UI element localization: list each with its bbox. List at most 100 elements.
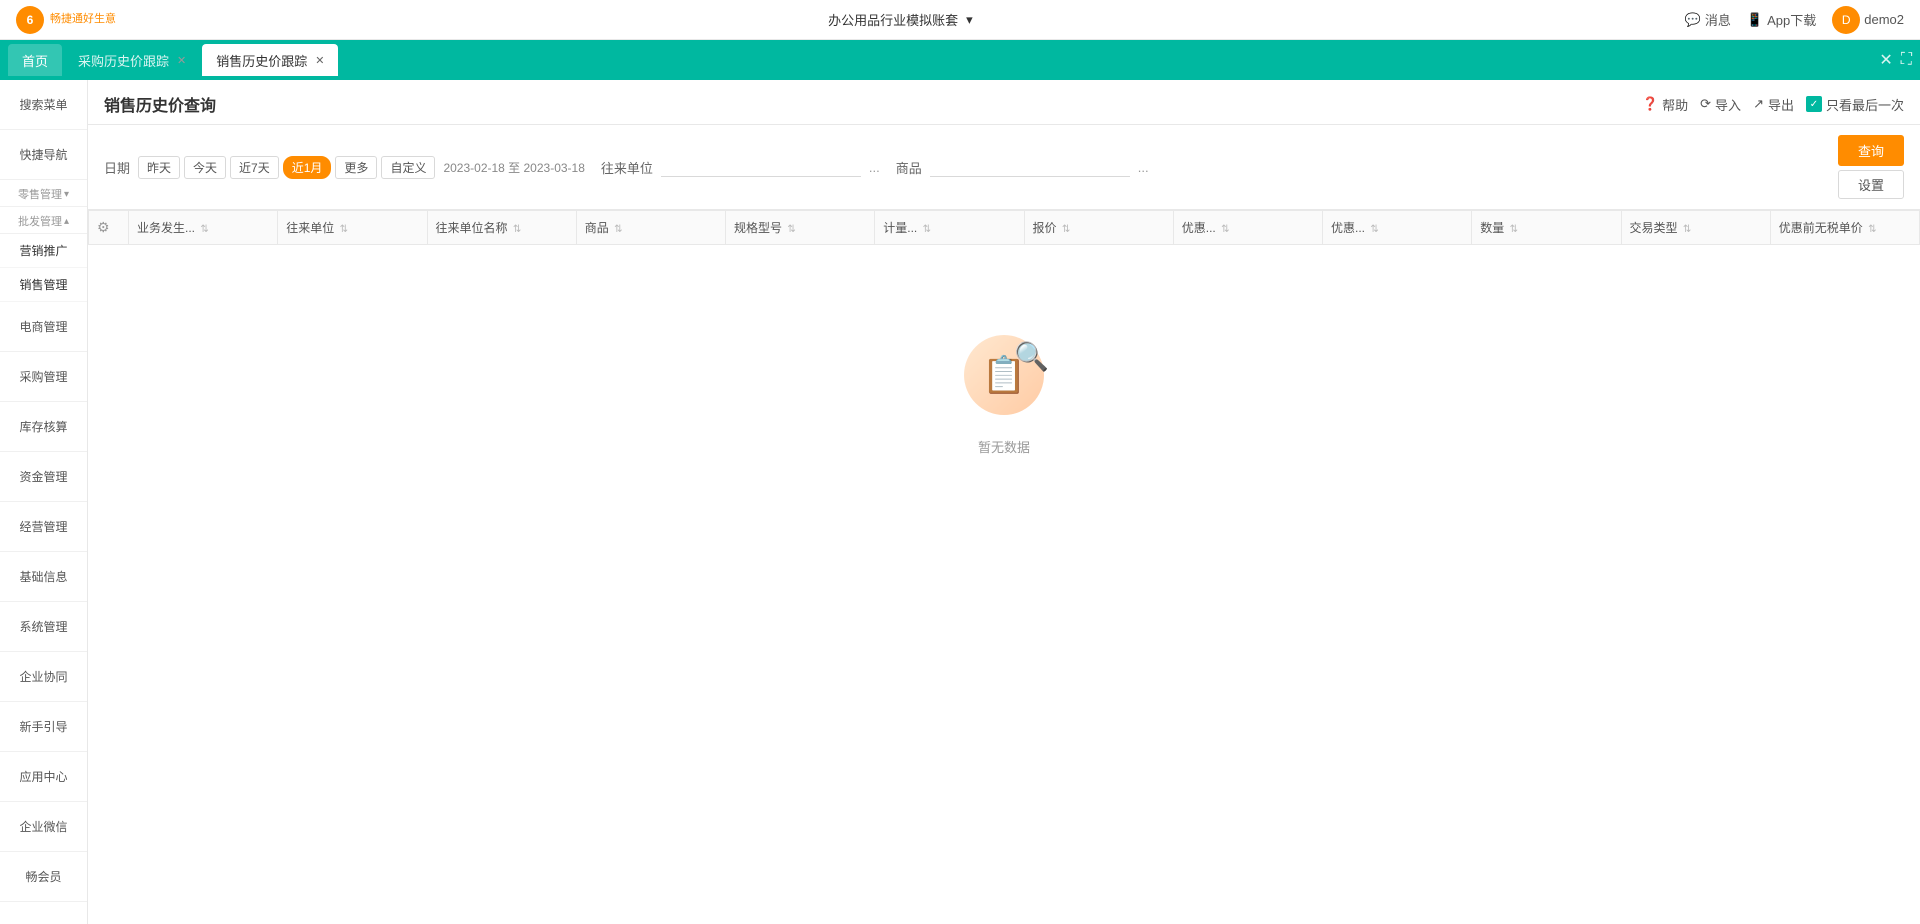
th-quantity[interactable]: 数量 ⇅ [1472,211,1621,245]
sidebar-sub-marketing[interactable]: 营销推广 [0,234,87,268]
th-unit[interactable]: 计量... ⇅ [875,211,1024,245]
corp-wechat-label: 企业微信 [19,818,67,835]
page-actions: ❓ 帮助 ⟳ 导入 ↗ 导出 ✓ 只看最后一次 [1642,95,1904,114]
chevron-down-icon: ▾ [966,12,973,28]
newbie-label: 新手引导 [19,718,67,735]
date-1month[interactable]: 近1月 [283,156,332,179]
sidebar-item-search-menu[interactable]: 搜索菜单 [0,80,87,130]
maximize-btn[interactable]: ⛶ [1901,51,1912,69]
checkbox-icon: ✓ [1806,96,1822,112]
logo-text: 畅捷通好生意 [50,13,116,26]
app-center-label: 应用中心 [19,768,67,785]
app-download-label: App下载 [1767,10,1816,29]
th-trade-type[interactable]: 交易类型 ⇅ [1621,211,1770,245]
import-action[interactable]: ⟳ 导入 [1700,95,1741,114]
wholesale-label: 批发管理 [18,213,62,229]
date-today[interactable]: 今天 [184,156,226,179]
date-more[interactable]: 更多 [335,156,377,179]
filter-row: 日期 昨天 今天 近7天 近1月 更多 自定义 2023-02-18 至 202… [88,125,1920,210]
app-download-action[interactable]: 📱 App下载 [1747,10,1816,29]
page-title-row: 销售历史价查询 ❓ 帮助 ⟳ 导入 ↗ 导出 ✓ [104,92,1904,116]
sidebar-item-finance[interactable]: 资金管理 [0,452,87,502]
top-bar-left: 6 畅捷通好生意 [16,6,116,34]
finance-label: 资金管理 [19,468,67,485]
th-unit-code[interactable]: 往来单位 ⇅ [278,211,427,245]
product-input[interactable] [930,157,1130,177]
source-unit-input[interactable] [661,157,861,177]
table-header-row: ⚙ 业务发生... ⇅ 往来单位 ⇅ 往来单位名称 ⇅ 商品 ⇅ [89,211,1920,245]
ecommerce-label: 电商管理 [19,318,67,335]
gear-icon[interactable]: ⚙ [97,219,110,235]
th-discount1[interactable]: 优惠... ⇅ [1173,211,1322,245]
only-last-label: 只看最后一次 [1826,95,1904,114]
export-action[interactable]: ↗ 导出 [1753,95,1794,114]
tab-purchase-close[interactable]: ✕ [177,54,186,67]
tab-home[interactable]: 首页 [8,44,62,76]
help-action[interactable]: ❓ 帮助 [1642,95,1688,114]
data-table: ⚙ 业务发生... ⇅ 往来单位 ⇅ 往来单位名称 ⇅ 商品 ⇅ [88,210,1920,536]
empty-state: 📋 🔍 暂无数据 [89,245,1920,536]
th-settings[interactable]: ⚙ [89,211,129,245]
top-bar-right: 💬 消息 📱 App下载 D demo2 [1685,6,1904,34]
tab-sales[interactable]: 销售历史价跟踪 ✕ [202,44,338,76]
sidebar-item-app-center[interactable]: 应用中心 [0,752,87,802]
main-layout: 搜索菜单 快捷导航 零售管理 ▾ 批发管理 ▴ 营销推广 销售管理 电商管理 采… [0,80,1920,924]
tab-purchase[interactable]: 采购历史价跟踪 ✕ [64,44,200,76]
sidebar-item-retail[interactable]: 零售管理 ▾ [0,180,87,207]
help-label: 帮助 [1662,95,1688,114]
query-button[interactable]: 查询 [1838,135,1904,166]
sidebar-item-member[interactable]: 畅会员 [0,852,87,902]
settings-button[interactable]: 设置 [1838,170,1904,199]
sidebar-item-operations[interactable]: 经营管理 [0,502,87,552]
date-buttons: 昨天 今天 近7天 近1月 更多 自定义 [138,156,435,179]
th-product[interactable]: 商品 ⇅ [576,211,725,245]
system-label: 系统管理 [19,618,67,635]
sidebar-item-newbie[interactable]: 新手引导 [0,702,87,752]
workspace-selector[interactable]: 办公用品行业模拟账套 ▾ [828,10,973,29]
sidebar-item-corp-wechat[interactable]: 企业微信 [0,802,87,852]
th-spec[interactable]: 规格型号 ⇅ [726,211,875,245]
only-last-checkbox[interactable]: ✓ 只看最后一次 [1806,95,1904,114]
date-yesterday[interactable]: 昨天 [138,156,180,179]
enterprise-label: 企业协同 [19,668,67,685]
import-icon: ⟳ [1700,96,1711,112]
tab-sales-close[interactable]: ✕ [315,54,324,67]
date-7days[interactable]: 近7天 [230,156,279,179]
th-biz-date[interactable]: 业务发生... ⇅ [129,211,278,245]
th-price[interactable]: 报价 ⇅ [1024,211,1173,245]
sidebar-sub-sales-mgmt[interactable]: 销售管理 [0,268,87,302]
import-label: 导入 [1715,95,1741,114]
sort-icon: ⇅ [340,224,348,235]
purchase-label: 采购管理 [19,368,67,385]
search-menu-label: 搜索菜单 [19,96,67,113]
th-pretax-price[interactable]: 优惠前无税单价 ⇅ [1770,211,1919,245]
sidebar-item-quick-nav[interactable]: 快捷导航 [0,130,87,180]
sidebar-item-system[interactable]: 系统管理 [0,602,87,652]
date-range: 2023-02-18 至 2023-03-18 [443,159,584,176]
product-dots: ... [1138,160,1149,175]
source-unit-filter: 往来单位 ... [601,157,880,177]
sidebar-item-inventory[interactable]: 库存核算 [0,402,87,452]
content-area: 销售历史价查询 ❓ 帮助 ⟳ 导入 ↗ 导出 ✓ [88,80,1920,924]
sort-icon: ⇅ [614,224,622,235]
export-label: 导出 [1768,95,1794,114]
page-title: 销售历史价查询 [104,92,216,116]
user-action[interactable]: D demo2 [1832,6,1904,34]
sidebar-item-enterprise[interactable]: 企业协同 [0,652,87,702]
sidebar-item-wholesale[interactable]: 批发管理 ▴ [0,207,87,234]
magnifier-icon: 🔍 [1014,340,1049,373]
top-bar: 6 畅捷通好生意 办公用品行业模拟账套 ▾ 💬 消息 📱 App下载 D dem… [0,0,1920,40]
th-discount2[interactable]: 优惠... ⇅ [1323,211,1472,245]
sidebar-item-basic-info[interactable]: 基础信息 [0,552,87,602]
tab-bar: 首页 采购历史价跟踪 ✕ 销售历史价跟踪 ✕ ✕ ⛶ [0,40,1920,80]
sort-icon: ⇅ [1510,224,1518,235]
message-action[interactable]: 💬 消息 [1685,10,1731,29]
date-custom[interactable]: 自定义 [381,156,435,179]
sidebar-item-purchase[interactable]: 采购管理 [0,352,87,402]
avatar: D [1832,6,1860,34]
table-wrapper: ⚙ 业务发生... ⇅ 往来单位 ⇅ 往来单位名称 ⇅ 商品 ⇅ [88,210,1920,924]
th-unit-name[interactable]: 往来单位名称 ⇅ [427,211,576,245]
sidebar-item-ecommerce[interactable]: 电商管理 [0,302,87,352]
page-header: 销售历史价查询 ❓ 帮助 ⟳ 导入 ↗ 导出 ✓ [88,80,1920,125]
close-tab-btn[interactable]: ✕ [1879,50,1892,70]
